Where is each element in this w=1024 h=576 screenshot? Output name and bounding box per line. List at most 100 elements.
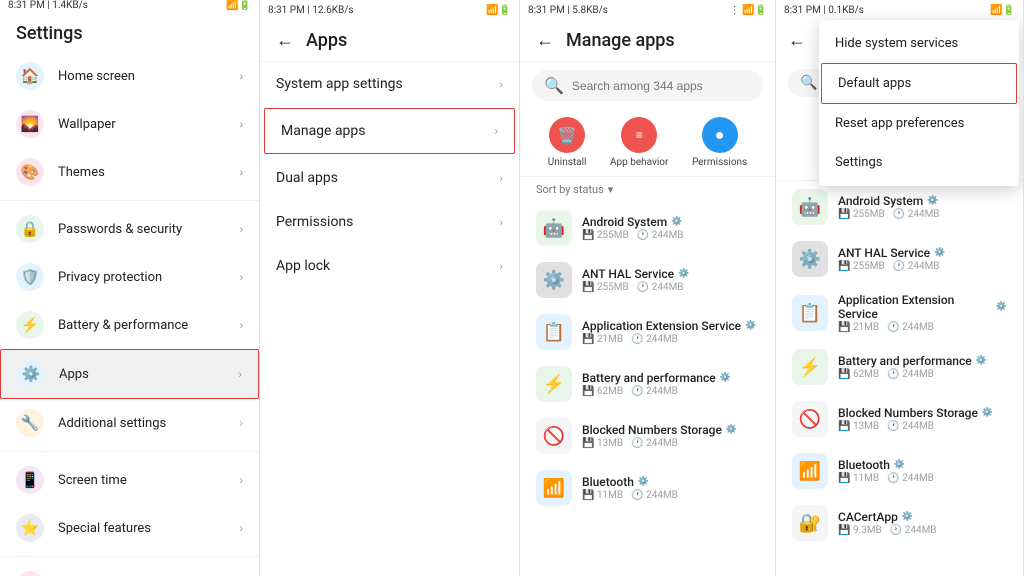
apps-menu-list: System app settings › Manage apps › Dual… xyxy=(260,62,519,288)
uninstall-icon: 🗑️ xyxy=(549,117,585,153)
blocked-num-info: Blocked Numbers Storage ⚙️ 💾 13MB 🕐 244M… xyxy=(582,423,759,449)
context-menu-item-default-apps[interactable]: Default apps xyxy=(821,63,1017,104)
status-bar-4: 8:31 PM | 0.1KB/s 📶🔋 xyxy=(776,0,1023,20)
manage-apps-header: ← Manage apps xyxy=(520,20,775,62)
list-item[interactable]: 🤖 Android System ⚙️ 💾 255MB 🕐 244MB xyxy=(776,181,1023,233)
search-icon-4: 🔍 xyxy=(800,75,817,91)
sidebar-item-apps[interactable]: ⚙️ Apps › xyxy=(0,349,259,399)
list-item[interactable]: ⚙️ ANT HAL Service ⚙️ 💾 255MB 🕐 244MB xyxy=(520,254,775,306)
sidebar-item-battery[interactable]: ⚡ Battery & performance › xyxy=(0,301,259,349)
home-screen-label: Home screen xyxy=(58,69,239,84)
chevron-special: › xyxy=(239,521,243,535)
p4-blocked-name: Blocked Numbers Storage ⚙️ xyxy=(838,406,1007,420)
list-item[interactable]: 🤖 Android System ⚙️ 💾 255MB 🕐 244MB xyxy=(520,202,775,254)
android-system-name: Android System ⚙️ xyxy=(582,215,759,229)
p4-bluetooth-info: Bluetooth ⚙️ 💾 11MB 🕐 244MB xyxy=(838,458,1007,484)
p4-battery-name: Battery and performance ⚙️ xyxy=(838,354,1007,368)
sidebar-item-passwords[interactable]: 🔒 Passwords & security › xyxy=(0,205,259,253)
ant-hal-icon: ⚙️ xyxy=(536,262,572,298)
list-item[interactable]: 🚫 Blocked Numbers Storage ⚙️ 💾 13MB 🕐 24… xyxy=(776,393,1023,445)
list-item[interactable]: ⚙️ ANT HAL Service ⚙️ 💾 255MB 🕐 244MB xyxy=(776,233,1023,285)
list-item[interactable]: 📋 Application Extension Service ⚙️ 💾 21M… xyxy=(520,306,775,358)
back-button-4[interactable]: ← xyxy=(788,30,806,51)
p4-ext-icon: 📋 xyxy=(792,295,828,331)
list-item[interactable]: ⚡ Battery and performance ⚙️ 💾 62MB 🕐 24… xyxy=(520,358,775,410)
manage-apps-context-panel: 8:31 PM | 0.1KB/s 📶🔋 ← M 🔍 🗑️ Uninstall … xyxy=(776,0,1024,576)
privacy-label: Privacy protection xyxy=(58,270,239,285)
list-item[interactable]: 📶 Bluetooth ⚙️ 💾 11MB 🕐 244MB xyxy=(520,462,775,514)
apps-menu-item-system-app-settings[interactable]: System app settings › xyxy=(260,62,519,106)
battery-icon: ⚡ xyxy=(16,311,44,339)
app-behavior-button[interactable]: ≡ App behavior xyxy=(610,117,668,168)
search-input-3[interactable] xyxy=(572,79,751,93)
context-menu-item-reset[interactable]: Reset app preferences xyxy=(819,104,1019,143)
sidebar-item-special[interactable]: ⭐ Special features › xyxy=(0,504,259,552)
uninstall-button[interactable]: 🗑️ Uninstall xyxy=(548,117,587,168)
p4-bluetooth-icon: 📶 xyxy=(792,453,828,489)
status-bar-2: 8:31 PM | 12.6KB/s 📶🔋 xyxy=(260,0,519,20)
sort-bar-3[interactable]: Sort by status ▾ xyxy=(520,177,775,202)
context-menu-item-settings[interactable]: Settings xyxy=(819,143,1019,182)
apps-menu-item-permissions[interactable]: Permissions › xyxy=(260,200,519,244)
p4-cacert-name: CACertApp ⚙️ xyxy=(838,510,1007,524)
time-3: 8:31 PM | 5.8KB/s xyxy=(528,5,608,16)
settings-title: Settings xyxy=(0,11,259,52)
apps-menu-item-manage-apps[interactable]: Manage apps › xyxy=(264,108,515,154)
chevron-permissions: › xyxy=(499,215,503,229)
chevron-themes: › xyxy=(239,165,243,179)
system-app-settings-label: System app settings xyxy=(276,76,499,92)
icons-4: 📶🔋 xyxy=(990,5,1015,16)
list-item[interactable]: 🔐 CACertApp ⚙️ 💾 9.3MB 🕐 244MB xyxy=(776,497,1023,549)
battery-perf-meta: 💾 62MB 🕐 244MB xyxy=(582,386,759,397)
time-4: 8:31 PM | 0.1KB/s xyxy=(784,5,864,16)
battery-perf-name: Battery and performance ⚙️ xyxy=(582,371,759,385)
wallpaper-icon: 🌄 xyxy=(16,110,44,138)
apps-menu-item-dual-apps[interactable]: Dual apps › xyxy=(260,156,519,200)
search-bar-3[interactable]: 🔍 xyxy=(532,70,763,101)
p4-ant-name: ANT HAL Service ⚙️ xyxy=(838,246,1007,260)
bluetooth-info: Bluetooth ⚙️ 💾 11MB 🕐 244MB xyxy=(582,475,759,501)
passwords-icon: 🔒 xyxy=(16,215,44,243)
special-label: Special features xyxy=(58,521,239,536)
p4-blocked-info: Blocked Numbers Storage ⚙️ 💾 13MB 🕐 244M… xyxy=(838,406,1007,432)
chevron-passwords: › xyxy=(239,222,243,236)
list-item[interactable]: 🚫 Blocked Numbers Storage ⚙️ 💾 13MB 🕐 24… xyxy=(520,410,775,462)
sidebar-item-screen-time[interactable]: 📱 Screen time › xyxy=(0,456,259,504)
sidebar-item-wallpaper[interactable]: 🌄 Wallpaper › xyxy=(0,100,259,148)
p4-ext-name: Application Extension Service ⚙️ xyxy=(838,293,1007,321)
list-item[interactable]: 📋 Application Extension Service ⚙️ 💾 21M… xyxy=(776,285,1023,341)
screen-time-icon: 📱 xyxy=(16,466,44,494)
manage-apps-title: Manage apps xyxy=(566,30,675,51)
status-bar-3: 8:31 PM | 5.8KB/s ⋮ 📶🔋 xyxy=(520,0,775,20)
list-item[interactable]: ⚡ Battery and performance ⚙️ 💾 62MB 🕐 24… xyxy=(776,341,1023,393)
divider-3 xyxy=(0,556,259,557)
list-item[interactable]: 📶 Bluetooth ⚙️ 💾 11MB 🕐 244MB xyxy=(776,445,1023,497)
back-button-3[interactable]: ← xyxy=(536,30,554,51)
sidebar-item-privacy[interactable]: 🛡️ Privacy protection › xyxy=(0,253,259,301)
battery-label: Battery & performance xyxy=(58,318,239,333)
apps-list-3: 🤖 Android System ⚙️ 💾 255MB 🕐 244MB ⚙️ A… xyxy=(520,202,775,576)
app-behavior-icon: ≡ xyxy=(621,117,657,153)
permissions-icon: ● xyxy=(702,117,738,153)
apps-panel-title: Apps xyxy=(306,30,347,51)
sidebar-item-themes[interactable]: 🎨 Themes › xyxy=(0,148,259,196)
sidebar-item-mi-account[interactable]: 👤 Mi Account 5150991326 xyxy=(0,561,259,576)
permissions-button[interactable]: ● Permissions xyxy=(692,117,747,168)
context-menu-item-hide-system[interactable]: Hide system services xyxy=(819,24,1019,63)
additional-icon: 🔧 xyxy=(16,409,44,437)
search-icon-3: 🔍 xyxy=(544,76,564,95)
android-system-info: Android System ⚙️ 💾 255MB 🕐 244MB xyxy=(582,215,759,241)
apps-menu-item-app-lock[interactable]: App lock › xyxy=(260,244,519,288)
sidebar-item-additional[interactable]: 🔧 Additional settings › xyxy=(0,399,259,447)
app-ext-info: Application Extension Service ⚙️ 💾 21MB … xyxy=(582,319,759,345)
p4-battery-icon: ⚡ xyxy=(792,349,828,385)
sidebar-item-home-screen[interactable]: 🏠 Home screen › xyxy=(0,52,259,100)
app-ext-icon: 📋 xyxy=(536,314,572,350)
chevron-privacy: › xyxy=(239,270,243,284)
app-ext-meta: 💾 21MB 🕐 244MB xyxy=(582,334,759,345)
divider-2 xyxy=(0,451,259,452)
android-system-icon: 🤖 xyxy=(536,210,572,246)
back-button-2[interactable]: ← xyxy=(276,30,294,51)
apps-panel-header: ← Apps xyxy=(260,20,519,62)
bluetooth-name: Bluetooth ⚙️ xyxy=(582,475,759,489)
